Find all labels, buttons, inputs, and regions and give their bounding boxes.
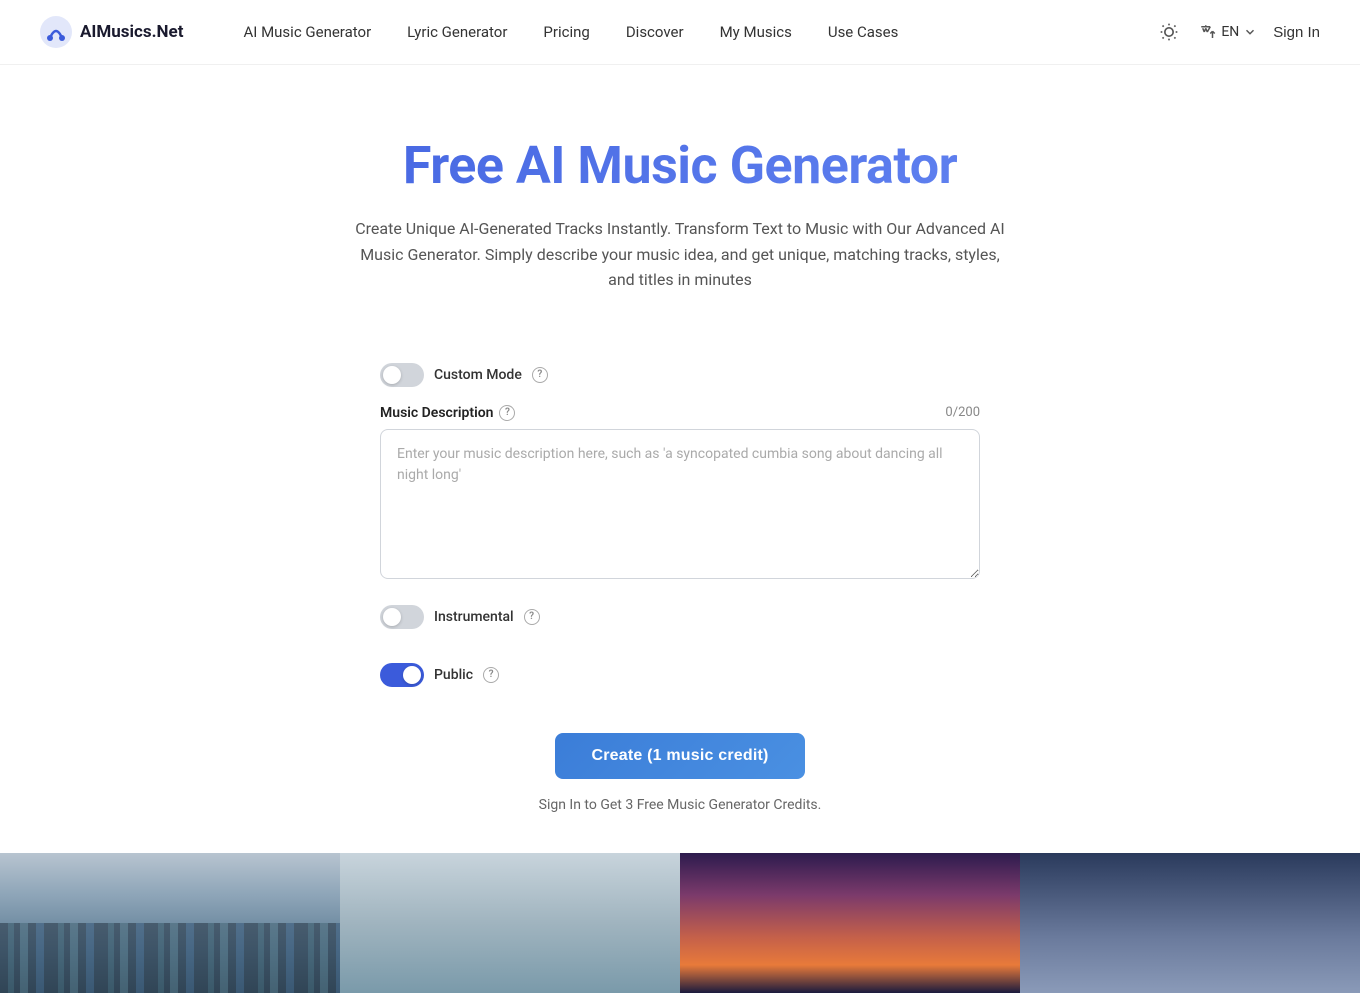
custom-mode-toggle[interactable] <box>380 363 424 387</box>
create-button[interactable]: Create (1 music credit) <box>555 733 804 779</box>
instrumental-label: Instrumental <box>434 609 514 625</box>
public-label: Public <box>434 667 473 683</box>
music-description-field: Music Description ? 0/200 <box>380 405 980 583</box>
nav-lyric-generator[interactable]: Lyric Generator <box>407 23 507 41</box>
nav-right: EN Sign In <box>1155 18 1320 46</box>
public-row: Public ? <box>380 663 980 687</box>
hero-section: Free AI Music Generator Create Unique AI… <box>0 65 1360 333</box>
char-count: 0/200 <box>945 405 980 420</box>
image-card-2[interactable] <box>340 853 680 993</box>
custom-mode-label: Custom Mode <box>434 367 522 383</box>
music-description-textarea[interactable] <box>380 429 980 579</box>
navigation: AIMusics.Net AI Music Generator Lyric Ge… <box>0 0 1360 65</box>
language-selector[interactable]: EN <box>1199 23 1257 41</box>
nav-links: AI Music Generator Lyric Generator Prici… <box>243 23 1155 41</box>
public-toggle[interactable] <box>380 663 424 687</box>
custom-mode-row: Custom Mode ? <box>380 363 980 387</box>
sun-icon <box>1159 22 1179 42</box>
nav-ai-music-generator[interactable]: AI Music Generator <box>243 23 371 41</box>
instrumental-help-icon[interactable]: ? <box>524 609 540 625</box>
image-1-placeholder <box>0 853 340 993</box>
image-4-placeholder <box>1020 853 1360 993</box>
nav-discover[interactable]: Discover <box>626 23 684 41</box>
hero-subtitle: Create Unique AI-Generated Tracks Instan… <box>350 216 1010 293</box>
theme-toggle-button[interactable] <box>1155 18 1183 46</box>
custom-mode-help-icon[interactable]: ? <box>532 367 548 383</box>
instrumental-row: Instrumental ? <box>380 605 980 629</box>
image-card-1[interactable] <box>0 853 340 993</box>
music-description-help-icon[interactable]: ? <box>499 405 515 421</box>
image-card-3[interactable] <box>680 853 1020 993</box>
sign-in-button[interactable]: Sign In <box>1273 24 1320 41</box>
nav-my-musics[interactable]: My Musics <box>720 23 792 41</box>
create-button-wrapper: Create (1 music credit) <box>380 733 980 779</box>
sign-in-hint: Sign In to Get 3 Free Music Generator Cr… <box>380 797 980 813</box>
nav-use-cases[interactable]: Use Cases <box>828 23 899 41</box>
logo-icon <box>40 16 72 48</box>
image-3-placeholder <box>680 853 1020 993</box>
field-header: Music Description ? 0/200 <box>380 405 980 421</box>
toggles-section: Instrumental ? Public ? <box>380 605 980 705</box>
hero-title: Free AI Music Generator <box>20 135 1340 196</box>
chevron-down-icon <box>1243 25 1257 39</box>
generator-form: Custom Mode ? Music Description ? 0/200 … <box>360 363 1000 813</box>
public-help-icon[interactable]: ? <box>483 667 499 683</box>
music-description-label: Music Description ? <box>380 405 515 421</box>
image-strip <box>0 853 1360 993</box>
image-2-placeholder <box>340 853 680 993</box>
nav-pricing[interactable]: Pricing <box>543 23 589 41</box>
image-card-4[interactable] <box>1020 853 1360 993</box>
site-logo[interactable]: AIMusics.Net <box>40 16 183 48</box>
instrumental-toggle[interactable] <box>380 605 424 629</box>
translate-icon <box>1199 23 1217 41</box>
